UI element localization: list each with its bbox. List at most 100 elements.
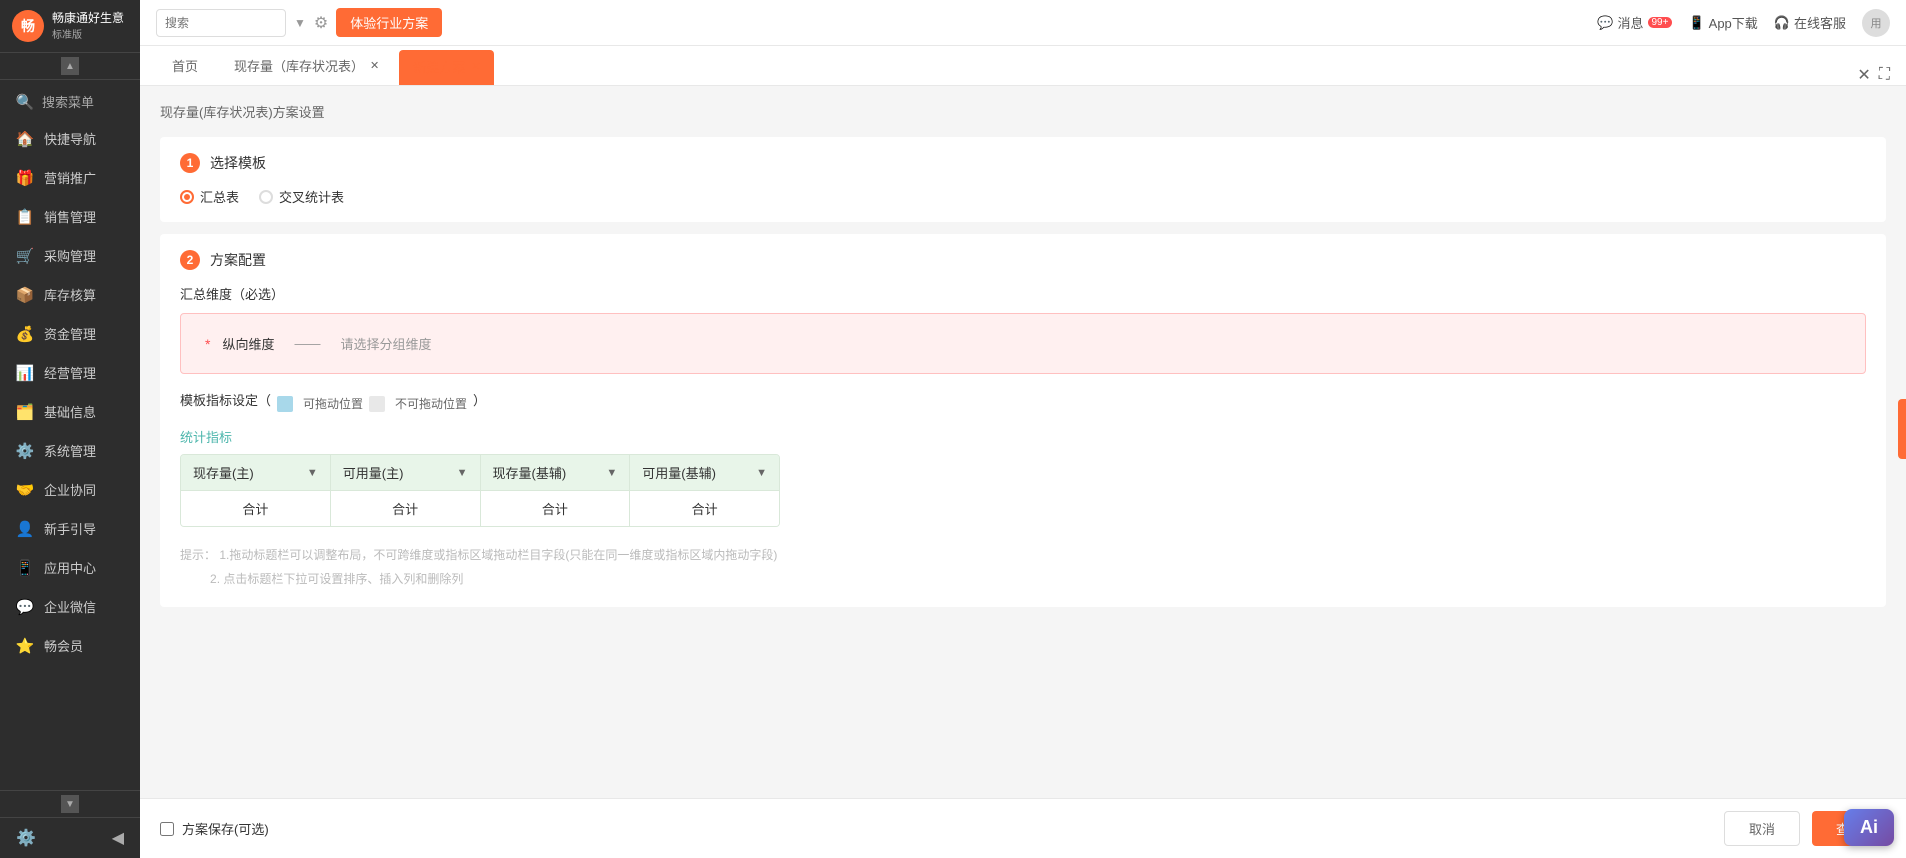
collapse-icon[interactable]: ◀ xyxy=(112,828,124,848)
gear-icon: ⚙️ xyxy=(16,442,34,460)
hint-2: 2. 点击标题栏下拉可设置排序、插入列和删除列 xyxy=(180,567,1866,591)
step2-header: 2 方案配置 xyxy=(180,250,1866,270)
app-name-block: 畅康通好生意 标准版 xyxy=(52,11,124,42)
save-scheme-checkbox[interactable] xyxy=(160,822,174,836)
cancel-button[interactable]: 取消 xyxy=(1724,811,1800,846)
footer-left: 方案保存(可选) xyxy=(160,819,269,838)
sidebar-item-search-menu[interactable]: 🔍 搜索菜单 xyxy=(0,84,140,119)
draggable-legend-text: 可拖动位置 xyxy=(303,395,363,412)
online-service-btn[interactable]: 🎧 在线客服 xyxy=(1774,13,1846,32)
folder-icon: 🗂️ xyxy=(16,403,34,421)
metrics-label-text: 模板指标设定（ xyxy=(180,390,271,409)
sidebar-item-contracts[interactable]: 🤝 企业协同 xyxy=(0,470,140,509)
topbar-gear-icon[interactable]: ⚙ xyxy=(314,13,328,33)
chat-icon: 💬 xyxy=(16,598,34,616)
summary-dimension-label: 汇总维度（必选） xyxy=(180,284,1866,303)
sidebar-nav: 🔍 搜索菜单 🏠 快捷导航 🎁 营销推广 📋 销售管理 🛒 采购管理 📦 库存核… xyxy=(0,80,140,790)
stats-col-1: 现存量(主) ▼ 合计 xyxy=(181,455,331,526)
radio-summary-dot xyxy=(180,190,194,204)
radio-cross-dot xyxy=(259,190,273,204)
app-logo-icon: 畅 xyxy=(12,10,44,42)
sidebar-item-quick-nav[interactable]: 🏠 快捷导航 xyxy=(0,119,140,158)
sidebar-item-operations[interactable]: 📊 经营管理 xyxy=(0,353,140,392)
search-icon: 🔍 xyxy=(16,93,34,111)
step1-num: 1 xyxy=(180,153,200,173)
handshake-icon: 🤝 xyxy=(16,481,34,499)
non-draggable-legend-text: 不可拖动位置 xyxy=(395,395,467,412)
tab-expand-icon[interactable]: ⛶ xyxy=(1879,66,1890,84)
sidebar-label-quick-nav: 快捷导航 xyxy=(44,129,96,148)
tab-inventory-close-icon[interactable]: ✕ xyxy=(370,59,379,72)
col-4-dropdown-icon[interactable]: ▼ xyxy=(756,467,767,479)
tab-new-scheme[interactable]: 新建方案 ✕ xyxy=(399,50,494,85)
cart-icon: 🛒 xyxy=(16,247,34,265)
sidebar-label-search-menu: 搜索菜单 xyxy=(42,92,94,111)
sidebar-item-member[interactable]: ⭐ 畅会员 xyxy=(0,626,140,665)
tab-home[interactable]: 首页 xyxy=(156,48,214,85)
topbar-left: ▼ ⚙ 体验行业方案 xyxy=(156,8,1585,37)
radio-cross[interactable]: 交叉统计表 xyxy=(259,187,344,206)
stats-col-3: 现存量(基辅) ▼ 合计 xyxy=(481,455,631,526)
tab-new-scheme-label: 新建方案 xyxy=(413,57,465,76)
stats-col-4: 可用量(基辅) ▼ 合计 xyxy=(630,455,779,526)
sidebar-item-marketing[interactable]: 🎁 营销推广 xyxy=(0,158,140,197)
col-2-dropdown-icon[interactable]: ▼ xyxy=(457,467,468,479)
sidebar-label-system: 系统管理 xyxy=(44,441,96,460)
sidebar-item-inventory[interactable]: 📦 库存核算 xyxy=(0,275,140,314)
search-input[interactable] xyxy=(156,9,286,37)
sidebar-item-app-center[interactable]: 📱 应用中心 xyxy=(0,548,140,587)
trial-btn[interactable]: 体验行业方案 xyxy=(336,8,442,37)
ai-badge[interactable]: Ai xyxy=(1844,809,1894,846)
sidebar-scroll-up[interactable]: ▲ xyxy=(61,57,79,75)
sidebar-label-wechat: 企业微信 xyxy=(44,597,96,616)
home-icon: 🏠 xyxy=(16,130,34,148)
star-icon: ⭐ xyxy=(16,637,34,655)
sidebar-item-purchase[interactable]: 🛒 采购管理 xyxy=(0,236,140,275)
sidebar-item-basic-info[interactable]: 🗂️ 基础信息 xyxy=(0,392,140,431)
box-icon: 📦 xyxy=(16,286,34,304)
sidebar-label-basic-info: 基础信息 xyxy=(44,402,96,421)
stats-col-3-header: 现存量(基辅) ▼ xyxy=(481,455,630,491)
step2-card: 2 方案配置 汇总维度（必选） * 纵向维度 —— 请选择分组维度 模板指标设定… xyxy=(160,234,1886,607)
stats-table: 现存量(主) ▼ 合计 可用量(主) ▼ 合计 xyxy=(180,454,780,527)
field-dash: —— xyxy=(294,336,320,351)
step1-card: 1 选择模板 汇总表 交叉统计表 xyxy=(160,137,1886,222)
stats-col-1-label: 现存量(主) xyxy=(193,463,254,482)
avatar[interactable]: 用 xyxy=(1862,9,1890,37)
metrics-config-row: 模板指标设定（ 可拖动位置 不可拖动位置 ） xyxy=(180,390,1866,417)
topbar-right: 💬 消息 99+ 📱 App下载 🎧 在线客服 用 xyxy=(1597,9,1890,37)
col-3-dropdown-icon[interactable]: ▼ xyxy=(606,467,617,479)
step2-title: 方案配置 xyxy=(210,250,266,270)
message-icon: 💬 xyxy=(1597,15,1613,31)
hints-block: 提示： 1.拖动标题栏可以调整布局，不可跨维度或指标区域拖动栏目字段(只能在同一… xyxy=(180,543,1866,591)
sidebar-label-purchase: 采购管理 xyxy=(44,246,96,265)
footer: 方案保存(可选) 取消 查询 xyxy=(140,798,1906,858)
right-edge-bar xyxy=(1898,399,1906,459)
messages-label: 消息 xyxy=(1617,13,1643,32)
app-download-label: App下载 xyxy=(1709,13,1758,32)
sidebar-item-wechat[interactable]: 💬 企业微信 xyxy=(0,587,140,626)
sidebar-label-app-center: 应用中心 xyxy=(44,558,96,577)
sidebar-scroll-down[interactable]: ▼ xyxy=(61,795,79,813)
sidebar-label-member: 畅会员 xyxy=(44,636,83,655)
tab-close-icon[interactable]: ✕ xyxy=(1857,65,1870,85)
sidebar-item-guide[interactable]: 👤 新手引导 xyxy=(0,509,140,548)
stats-col-3-cell: 合计 xyxy=(481,491,630,526)
radio-summary-label: 汇总表 xyxy=(200,187,239,206)
tab-inventory-status[interactable]: 现存量（库存状况表） ✕ xyxy=(218,48,395,85)
col-1-dropdown-icon[interactable]: ▼ xyxy=(307,467,318,479)
radio-summary[interactable]: 汇总表 xyxy=(180,187,239,206)
sidebar-item-system[interactable]: ⚙️ 系统管理 xyxy=(0,431,140,470)
settings-icon[interactable]: ⚙️ xyxy=(16,828,36,848)
messages-btn[interactable]: 💬 消息 99+ xyxy=(1597,13,1672,32)
sidebar: 畅 畅康通好生意 标准版 ▲ 🔍 搜索菜单 🏠 快捷导航 🎁 营销推广 📋 销售… xyxy=(0,0,140,858)
tab-new-scheme-close-icon[interactable]: ✕ xyxy=(471,60,480,73)
template-radio-group: 汇总表 交叉统计表 xyxy=(180,187,1866,206)
dropdown-icon[interactable]: ▼ xyxy=(294,16,306,30)
app-download-btn[interactable]: 📱 App下载 xyxy=(1688,13,1757,32)
sidebar-item-finance[interactable]: 💰 资金管理 xyxy=(0,314,140,353)
sidebar-item-sales[interactable]: 📋 销售管理 xyxy=(0,197,140,236)
sidebar-label-contracts: 企业协同 xyxy=(44,480,96,499)
tab-home-label: 首页 xyxy=(172,56,198,75)
page-title: 现存量(库存状况表)方案设置 xyxy=(160,102,1886,121)
